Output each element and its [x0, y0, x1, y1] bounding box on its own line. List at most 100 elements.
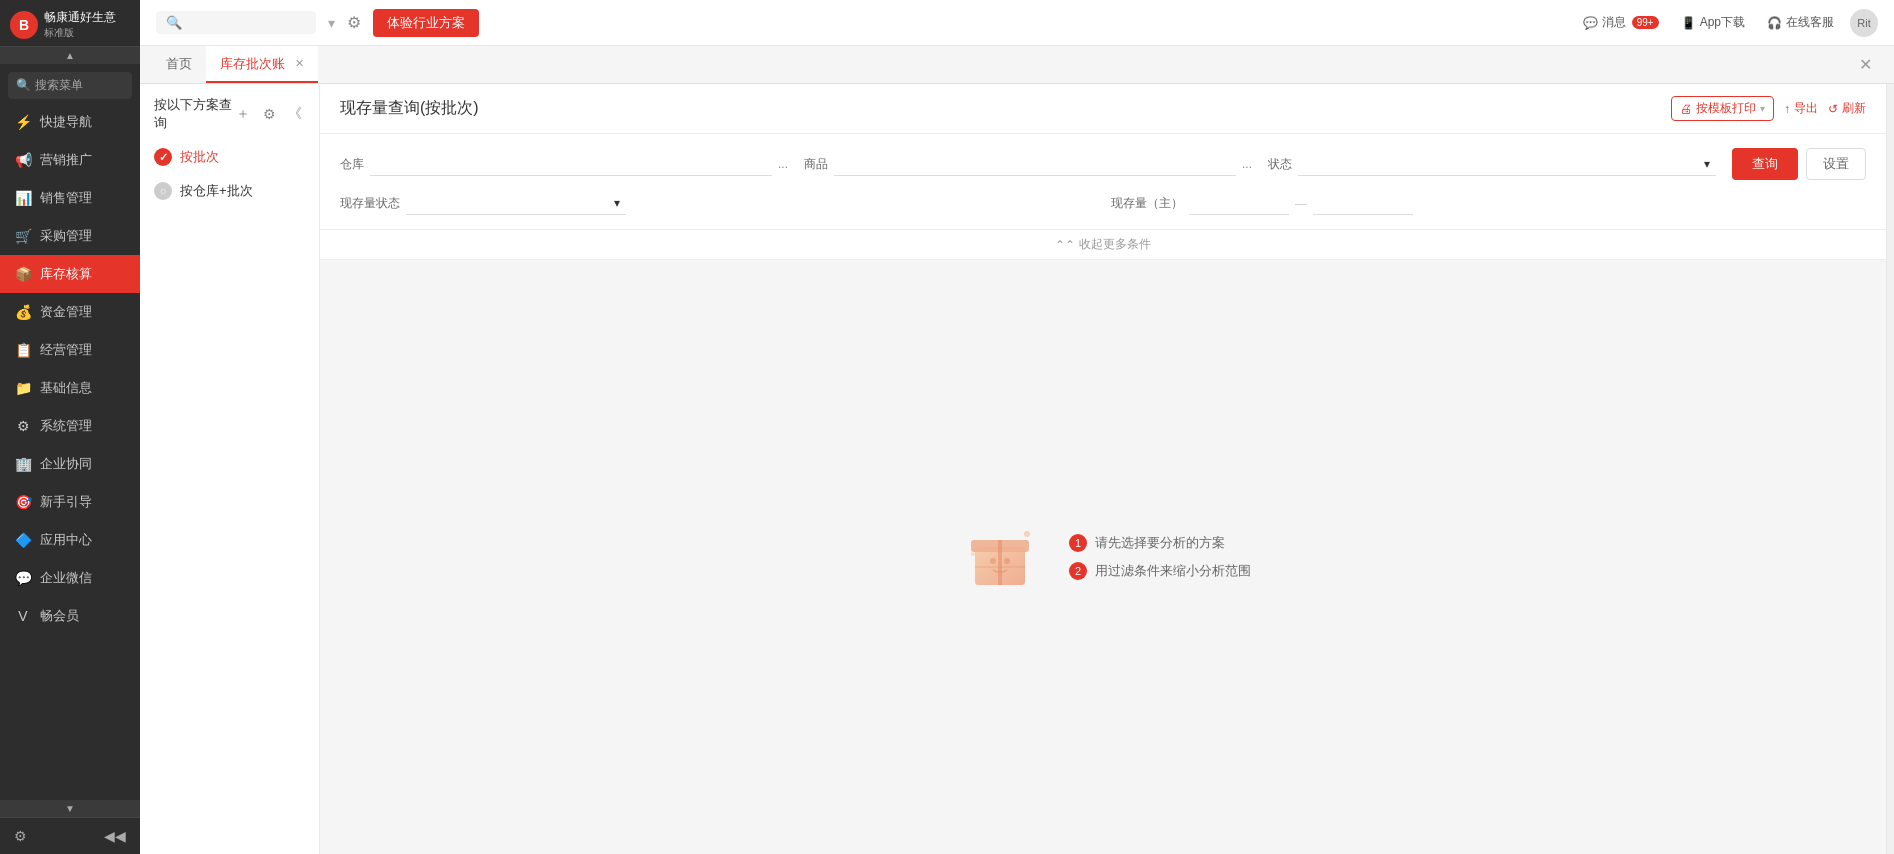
collapse-panel-btn[interactable]: 《	[285, 104, 305, 124]
export-btn[interactable]: ↑ 导出	[1784, 100, 1818, 117]
app-download-label: App下载	[1700, 14, 1745, 31]
warehouse-input[interactable]	[370, 153, 772, 176]
user-avatar[interactable]: Rit	[1850, 9, 1878, 37]
empty-box-svg	[955, 512, 1045, 602]
sidebar-item-app-center[interactable]: 🔷 应用中心	[0, 521, 140, 559]
export-icon: ↑	[1784, 102, 1790, 116]
plan-label-by-warehouse-batch: 按仓库+批次	[180, 182, 253, 200]
sidebar-item-finance[interactable]: 💰 资金管理	[0, 293, 140, 331]
sidebar-item-label: 库存核算	[40, 265, 92, 283]
page-header: 现存量查询(按批次) 🖨 按模板打印 ▾ ↑ 导出 ↺ 刷新	[320, 84, 1886, 134]
product-more-btn[interactable]: ...	[1242, 157, 1252, 171]
topbar-gear-icon[interactable]: ⚙	[347, 13, 361, 32]
footer-settings-icon[interactable]: ⚙	[14, 828, 27, 844]
filter-product-field: 商品 ...	[804, 153, 1252, 176]
empty-step-2: 2 用过滤条件来缩小分析范围	[1069, 562, 1251, 580]
sidebar-item-purchase[interactable]: 🛒 采购管理	[0, 217, 140, 255]
collapse-label: 收起更多条件	[1079, 236, 1151, 253]
operations-icon: 📋	[14, 342, 32, 358]
sidebar-item-enterprise[interactable]: 🏢 企业协同	[0, 445, 140, 483]
add-plan-btn[interactable]: ＋	[233, 104, 253, 124]
system-icon: ⚙	[14, 418, 32, 434]
footer-collapse-icon[interactable]: ◀◀	[104, 828, 126, 844]
collapse-icon: 《	[288, 105, 302, 123]
refresh-label: 刷新	[1842, 100, 1866, 117]
tabs-close-all-btn[interactable]: ✕	[1849, 46, 1882, 83]
sidebar-item-basic-info[interactable]: 📁 基础信息	[0, 369, 140, 407]
inventory-qty-min-input[interactable]	[1189, 192, 1289, 215]
query-button[interactable]: 查询	[1732, 148, 1798, 180]
right-scrollbar[interactable]	[1886, 84, 1894, 854]
app-title: 畅康通好生意	[44, 10, 116, 26]
experience-industry-button[interactable]: 体验行业方案	[373, 9, 479, 37]
inventory-status-select[interactable]: ▾	[406, 192, 626, 215]
sidebar-search[interactable]: 🔍 搜索菜单	[8, 72, 132, 99]
app-logo: B	[10, 11, 38, 39]
sidebar-item-label: 经营管理	[40, 341, 92, 359]
sidebar-item-wechat[interactable]: 💬 企业微信	[0, 559, 140, 597]
sidebar-item-label: 销售管理	[40, 189, 92, 207]
search-icon: 🔍	[16, 78, 31, 92]
inventory-icon: 📦	[14, 266, 32, 282]
left-panel-actions: ＋ ⚙ 《	[233, 104, 305, 124]
warehouse-more-btn[interactable]: ...	[778, 157, 788, 171]
messages-label: 消息	[1602, 14, 1626, 31]
empty-steps: 1 请先选择要分析的方案 2 用过滤条件来缩小分析范围	[1069, 534, 1251, 580]
sidebar-item-label: 采购管理	[40, 227, 92, 245]
step-1-number: 1	[1069, 534, 1087, 552]
sidebar-item-label: 营销推广	[40, 151, 92, 169]
sidebar-item-newbie[interactable]: 🎯 新手引导	[0, 483, 140, 521]
tab-inventory-batch[interactable]: 库存批次账 ✕	[206, 46, 318, 83]
collapse-bar[interactable]: ⌃⌃ 收起更多条件	[320, 230, 1886, 260]
finance-icon: 💰	[14, 304, 32, 320]
sidebar-item-system[interactable]: ⚙ 系统管理	[0, 407, 140, 445]
tab-close-icon[interactable]: ✕	[295, 57, 304, 70]
topbar-search-box[interactable]: 🔍	[156, 11, 316, 34]
sidebar-item-member[interactable]: V 畅会员	[0, 597, 140, 635]
sidebar-item-quick-nav[interactable]: ⚡ 快捷导航	[0, 103, 140, 141]
inventory-status-label: 现存量状态	[340, 195, 400, 212]
sidebar-scroll-up[interactable]: ▲	[0, 47, 140, 64]
status-dropdown-icon: ▾	[1704, 157, 1710, 171]
setting-button[interactable]: 设置	[1806, 148, 1866, 180]
online-service-btn[interactable]: 🎧 在线客服	[1761, 10, 1840, 35]
warehouse-label: 仓库	[340, 156, 364, 173]
plan-item-by-warehouse-batch[interactable]: ○ 按仓库+批次	[140, 174, 319, 208]
step-2-number: 2	[1069, 562, 1087, 580]
filter-area: 仓库 ... 商品 ... 状态 ▾	[320, 134, 1886, 230]
plan-item-by-batch[interactable]: ✓ 按批次	[140, 140, 319, 174]
filter-status-field: 状态 ▾	[1268, 153, 1716, 176]
sidebar-item-inventory[interactable]: 📦 库存核算	[0, 255, 140, 293]
filter-action-btns: 查询 设置	[1732, 148, 1866, 180]
topbar-dropdown-icon[interactable]: ▾	[328, 15, 335, 31]
sidebar: B 畅康通好生意 标准版 ▲ 🔍 搜索菜单 ⚡ 快捷导航 📢 营销推广 📊 销售…	[0, 0, 140, 854]
svg-point-4	[1024, 531, 1030, 537]
inventory-qty-max-input[interactable]	[1313, 192, 1413, 215]
sidebar-item-operations[interactable]: 📋 经营管理	[0, 331, 140, 369]
filter-warehouse-field: 仓库 ...	[340, 153, 788, 176]
tab-home[interactable]: 首页	[152, 46, 206, 83]
sidebar-scroll-down[interactable]: ▼	[0, 800, 140, 817]
purchase-icon: 🛒	[14, 228, 32, 244]
app-download-btn[interactable]: 📱 App下载	[1675, 10, 1751, 35]
sidebar-item-label: 基础信息	[40, 379, 92, 397]
print-template-btn[interactable]: 🖨 按模板打印 ▾	[1671, 96, 1774, 121]
app-center-icon: 🔷	[14, 532, 32, 548]
product-input[interactable]	[834, 153, 1236, 176]
print-icon: 🖨	[1680, 102, 1692, 116]
sidebar-item-marketing[interactable]: 📢 营销推广	[0, 141, 140, 179]
svg-point-5	[971, 552, 975, 556]
svg-rect-2	[998, 540, 1002, 585]
status-label: 状态	[1268, 156, 1292, 173]
plan-settings-btn[interactable]: ⚙	[259, 104, 279, 124]
status-select[interactable]: ▾	[1298, 153, 1716, 176]
messages-btn[interactable]: 💬 消息 99+	[1577, 10, 1665, 35]
svg-point-6	[990, 558, 996, 564]
messages-badge: 99+	[1632, 16, 1659, 29]
filter-row-2: 现存量状态 ▾ 现存量（主） —	[340, 192, 1866, 215]
sidebar-item-sales[interactable]: 📊 销售管理	[0, 179, 140, 217]
plan-label-by-batch: 按批次	[180, 148, 219, 166]
empty-state: 1 请先选择要分析的方案 2 用过滤条件来缩小分析范围	[320, 260, 1886, 854]
topbar-search-input[interactable]	[188, 16, 288, 30]
refresh-btn[interactable]: ↺ 刷新	[1828, 100, 1866, 117]
